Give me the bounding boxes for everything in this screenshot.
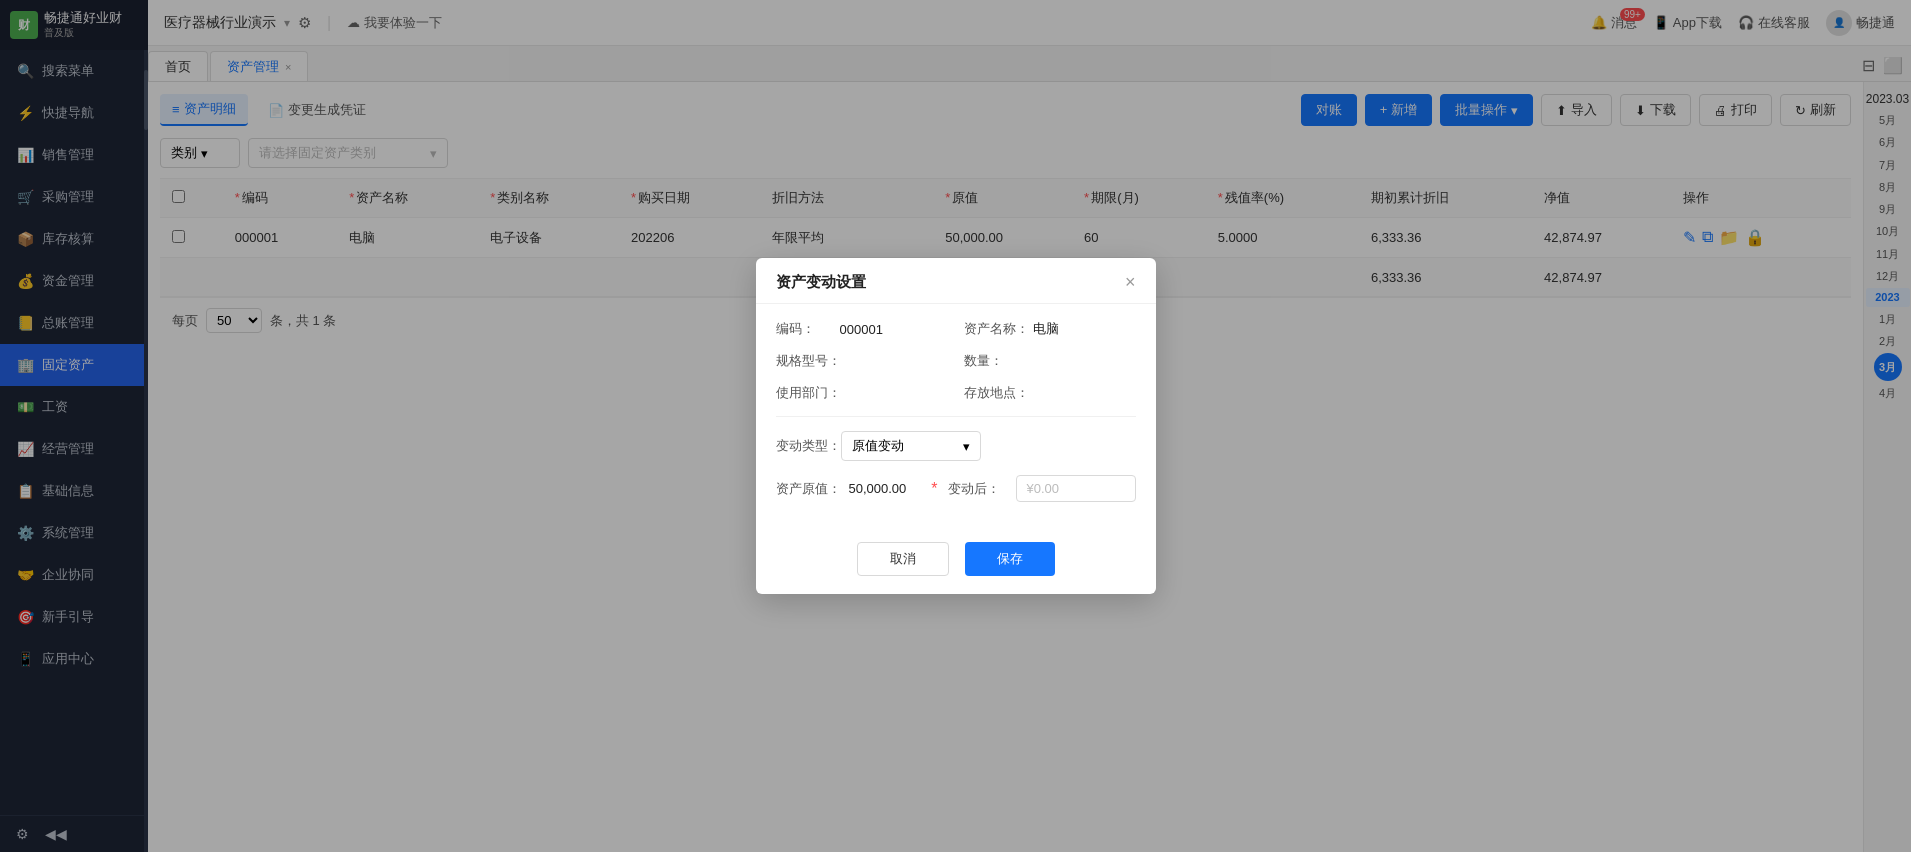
modal-change-type-value: 原值变动 [852,437,904,455]
modal-change-type-arrow: ▾ [963,439,970,454]
modal-department-label: 使用部门： [776,384,841,402]
modal-required-star: * [931,480,937,498]
modal-spec-field: 规格型号： [776,352,948,370]
modal-close-btn[interactable]: × [1125,272,1136,293]
modal-after-change-label: 变动后： [948,480,1008,498]
cancel-button[interactable]: 取消 [857,542,949,576]
modal-change-type-label: 变动类型： [776,437,841,455]
modal-row-3: 使用部门： 存放地点： [776,384,1136,402]
modal-spec-label: 规格型号： [776,352,841,370]
modal-name-field: 资产名称： 电脑 [964,320,1136,338]
modal-title: 资产变动设置 [776,273,866,292]
modal-body: 编码： 000001 资产名称： 电脑 规格型号： 数量： [756,304,1156,534]
modal-quantity-field: 数量： [964,352,1136,370]
save-button[interactable]: 保存 [965,542,1055,576]
modal-code-field: 编码： 000001 [776,320,948,338]
asset-change-modal: 资产变动设置 × 编码： 000001 资产名称： 电脑 规格型号： [756,258,1156,594]
modal-department-field: 使用部门： [776,384,948,402]
modal-name-label: 资产名称： [964,320,1029,338]
modal-name-value: 电脑 [1033,320,1059,338]
modal-change-type-select[interactable]: 原值变动 ▾ [841,431,981,461]
modal-location-field: 存放地点： [964,384,1136,402]
modal-code-value: 000001 [840,322,883,337]
modal-original-label: 资产原值： [776,480,841,498]
modal-quantity-label: 数量： [964,352,1024,370]
modal-divider [776,416,1136,417]
modal-change-type-row: 变动类型： 原值变动 ▾ [776,431,1136,461]
modal-code-label: 编码： [776,320,836,338]
modal-overlay: 资产变动设置 × 编码： 000001 资产名称： 电脑 规格型号： [0,0,1911,852]
modal-after-change-placeholder: ¥0.00 [1027,481,1060,496]
modal-footer: 取消 保存 [756,534,1156,594]
modal-row-2: 规格型号： 数量： [776,352,1136,370]
modal-location-label: 存放地点： [964,384,1029,402]
modal-original-value: 50,000.00 [849,481,907,496]
modal-header: 资产变动设置 × [756,258,1156,304]
modal-amount-row: 资产原值： 50,000.00 * 变动后： ¥0.00 [776,475,1136,502]
modal-after-change-input[interactable]: ¥0.00 [1016,475,1136,502]
modal-row-1: 编码： 000001 资产名称： 电脑 [776,320,1136,338]
